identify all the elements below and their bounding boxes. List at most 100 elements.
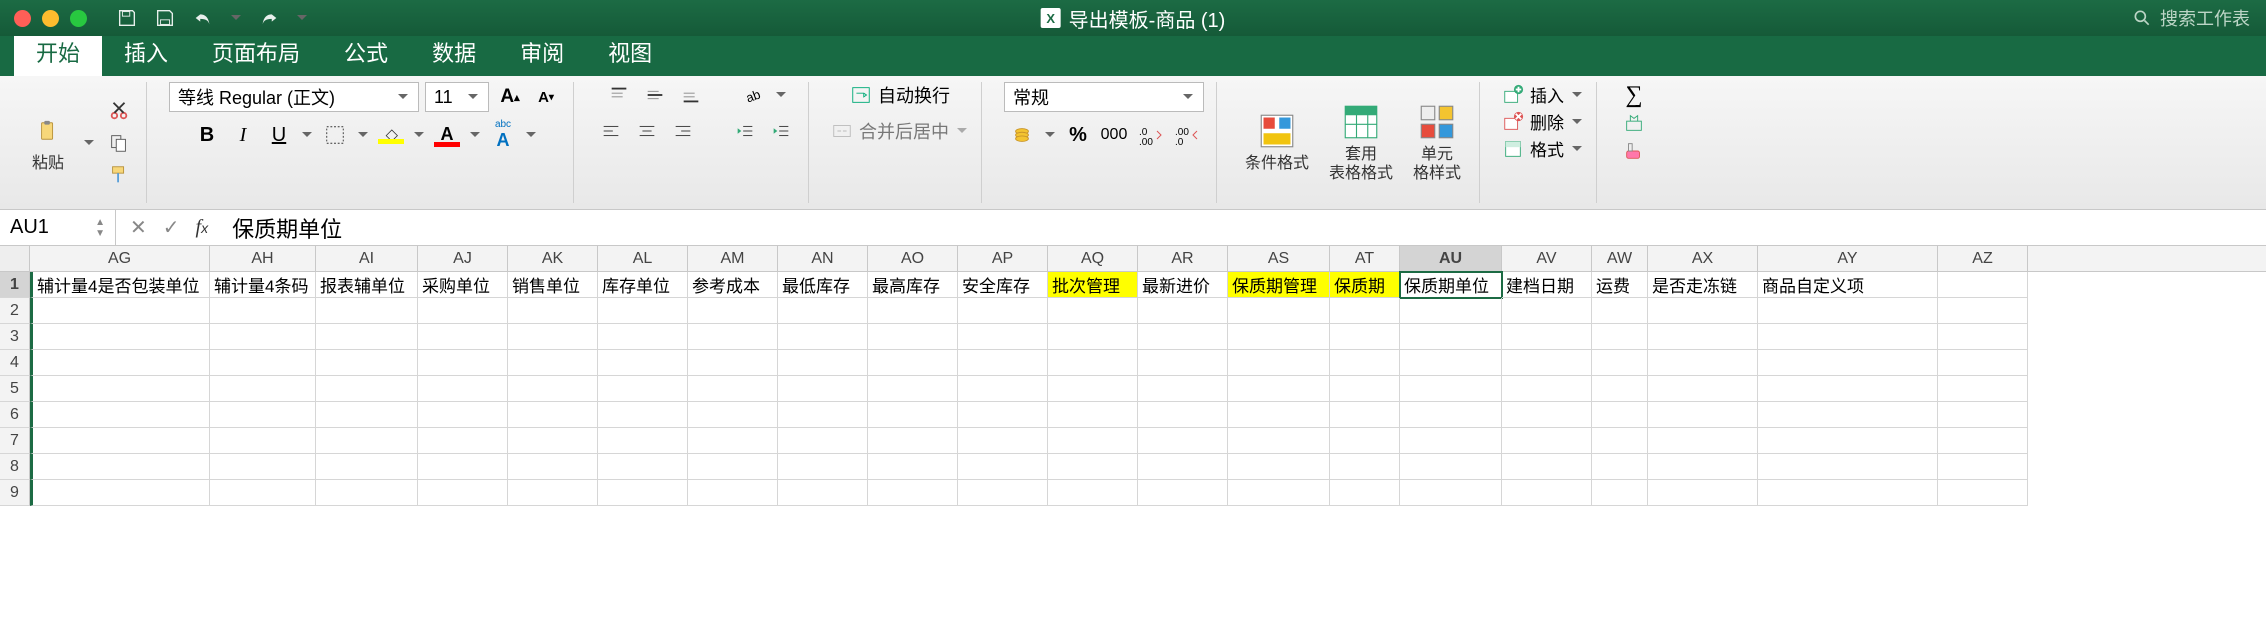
name-box[interactable]: AU1 ▲▼ xyxy=(0,210,116,245)
cell-AT1[interactable]: 保质期 xyxy=(1330,272,1400,298)
cell-AZ8[interactable] xyxy=(1938,454,2028,480)
column-header-AZ[interactable]: AZ xyxy=(1938,246,2028,271)
font-size-select[interactable]: 11 xyxy=(425,82,489,112)
increase-font-button[interactable]: A▴ xyxy=(495,84,525,110)
insert-function-button[interactable]: fx xyxy=(196,216,209,239)
cell-AK1[interactable]: 销售单位 xyxy=(508,272,598,298)
cell-AT5[interactable] xyxy=(1330,376,1400,402)
row-header-9[interactable]: 9 xyxy=(0,480,30,506)
cell-AW5[interactable] xyxy=(1592,376,1648,402)
cell-AQ5[interactable] xyxy=(1048,376,1138,402)
cell-AO9[interactable] xyxy=(868,480,958,506)
cell-AV1[interactable]: 建档日期 xyxy=(1502,272,1592,298)
cell-AI8[interactable] xyxy=(316,454,418,480)
row-header-1[interactable]: 1 xyxy=(0,272,30,298)
decrease-font-button[interactable]: A▾ xyxy=(531,84,561,110)
cell-AL6[interactable] xyxy=(598,402,688,428)
cell-AS6[interactable] xyxy=(1228,402,1330,428)
column-header-AJ[interactable]: AJ xyxy=(418,246,508,271)
cell-AK6[interactable] xyxy=(508,402,598,428)
cell-AH9[interactable] xyxy=(210,480,316,506)
cell-AI7[interactable] xyxy=(316,428,418,454)
cell-AR1[interactable]: 最新进价 xyxy=(1138,272,1228,298)
cell-AM5[interactable] xyxy=(688,376,778,402)
accounting-dropdown[interactable] xyxy=(1043,128,1057,142)
cell-AS5[interactable] xyxy=(1228,376,1330,402)
cell-AO7[interactable] xyxy=(868,428,958,454)
cell-AP9[interactable] xyxy=(958,480,1048,506)
cell-AY6[interactable] xyxy=(1758,402,1938,428)
cell-AS2[interactable] xyxy=(1228,298,1330,324)
delete-cells-button[interactable]: 删除 xyxy=(1502,109,1584,134)
cell-AX1[interactable]: 是否走冻链 xyxy=(1648,272,1758,298)
cell-AZ3[interactable] xyxy=(1938,324,2028,350)
cell-AG3[interactable] xyxy=(30,324,210,350)
row-header-3[interactable]: 3 xyxy=(0,324,30,350)
cell-AU1[interactable]: 保质期单位 xyxy=(1400,272,1502,298)
minimize-window-button[interactable] xyxy=(42,10,59,27)
cell-AV5[interactable] xyxy=(1502,376,1592,402)
cell-AY3[interactable] xyxy=(1758,324,1938,350)
cell-AX6[interactable] xyxy=(1648,402,1758,428)
column-header-AS[interactable]: AS xyxy=(1228,246,1330,271)
cell-AV9[interactable] xyxy=(1502,480,1592,506)
enter-formula-button[interactable]: ✓ xyxy=(163,215,180,240)
column-header-AX[interactable]: AX xyxy=(1648,246,1758,271)
row-header-7[interactable]: 7 xyxy=(0,428,30,454)
cell-AI2[interactable] xyxy=(316,298,418,324)
insert-cells-button[interactable]: 插入 xyxy=(1502,82,1584,107)
clear-button[interactable] xyxy=(1619,138,1649,164)
cell-AX3[interactable] xyxy=(1648,324,1758,350)
cell-AU7[interactable] xyxy=(1400,428,1502,454)
cell-AL2[interactable] xyxy=(598,298,688,324)
number-format-select[interactable]: 常规 xyxy=(1004,82,1204,112)
cell-AH5[interactable] xyxy=(210,376,316,402)
cell-AW3[interactable] xyxy=(1592,324,1648,350)
cell-AL7[interactable] xyxy=(598,428,688,454)
cell-AN8[interactable] xyxy=(778,454,868,480)
column-header-AV[interactable]: AV xyxy=(1502,246,1592,271)
cell-AV8[interactable] xyxy=(1502,454,1592,480)
cell-AI9[interactable] xyxy=(316,480,418,506)
borders-dropdown[interactable] xyxy=(356,128,370,142)
cell-AM7[interactable] xyxy=(688,428,778,454)
cell-AO2[interactable] xyxy=(868,298,958,324)
cell-AT7[interactable] xyxy=(1330,428,1400,454)
cell-AQ9[interactable] xyxy=(1048,480,1138,506)
fill-color-button[interactable] xyxy=(376,122,406,148)
format-dropdown[interactable] xyxy=(1570,142,1584,156)
cell-AL9[interactable] xyxy=(598,480,688,506)
cell-AV6[interactable] xyxy=(1502,402,1592,428)
cell-AM1[interactable]: 参考成本 xyxy=(688,272,778,298)
conditional-format-button[interactable]: 条件格式 xyxy=(1239,107,1315,177)
column-header-AH[interactable]: AH xyxy=(210,246,316,271)
cell-AZ2[interactable] xyxy=(1938,298,2028,324)
paste-dropdown[interactable] xyxy=(82,136,96,150)
cell-AY9[interactable] xyxy=(1758,480,1938,506)
cell-AZ5[interactable] xyxy=(1938,376,2028,402)
cell-AX5[interactable] xyxy=(1648,376,1758,402)
cell-AJ8[interactable] xyxy=(418,454,508,480)
cut-button[interactable] xyxy=(104,98,134,124)
cell-AQ8[interactable] xyxy=(1048,454,1138,480)
fill-color-dropdown[interactable] xyxy=(412,128,426,142)
cell-AM9[interactable] xyxy=(688,480,778,506)
cell-AL4[interactable] xyxy=(598,350,688,376)
column-header-AI[interactable]: AI xyxy=(316,246,418,271)
cell-AN3[interactable] xyxy=(778,324,868,350)
cell-AR2[interactable] xyxy=(1138,298,1228,324)
font-color-button[interactable]: A xyxy=(432,122,462,148)
cell-AJ9[interactable] xyxy=(418,480,508,506)
cell-AG2[interactable] xyxy=(30,298,210,324)
cell-AO1[interactable]: 最高库存 xyxy=(868,272,958,298)
cell-AL5[interactable] xyxy=(598,376,688,402)
cell-AH4[interactable] xyxy=(210,350,316,376)
cell-AU9[interactable] xyxy=(1400,480,1502,506)
column-header-AQ[interactable]: AQ xyxy=(1048,246,1138,271)
cell-AK9[interactable] xyxy=(508,480,598,506)
row-header-4[interactable]: 4 xyxy=(0,350,30,376)
cell-AS1[interactable]: 保质期管理 xyxy=(1228,272,1330,298)
increase-indent-button[interactable] xyxy=(766,118,796,144)
cell-AV2[interactable] xyxy=(1502,298,1592,324)
column-header-AL[interactable]: AL xyxy=(598,246,688,271)
